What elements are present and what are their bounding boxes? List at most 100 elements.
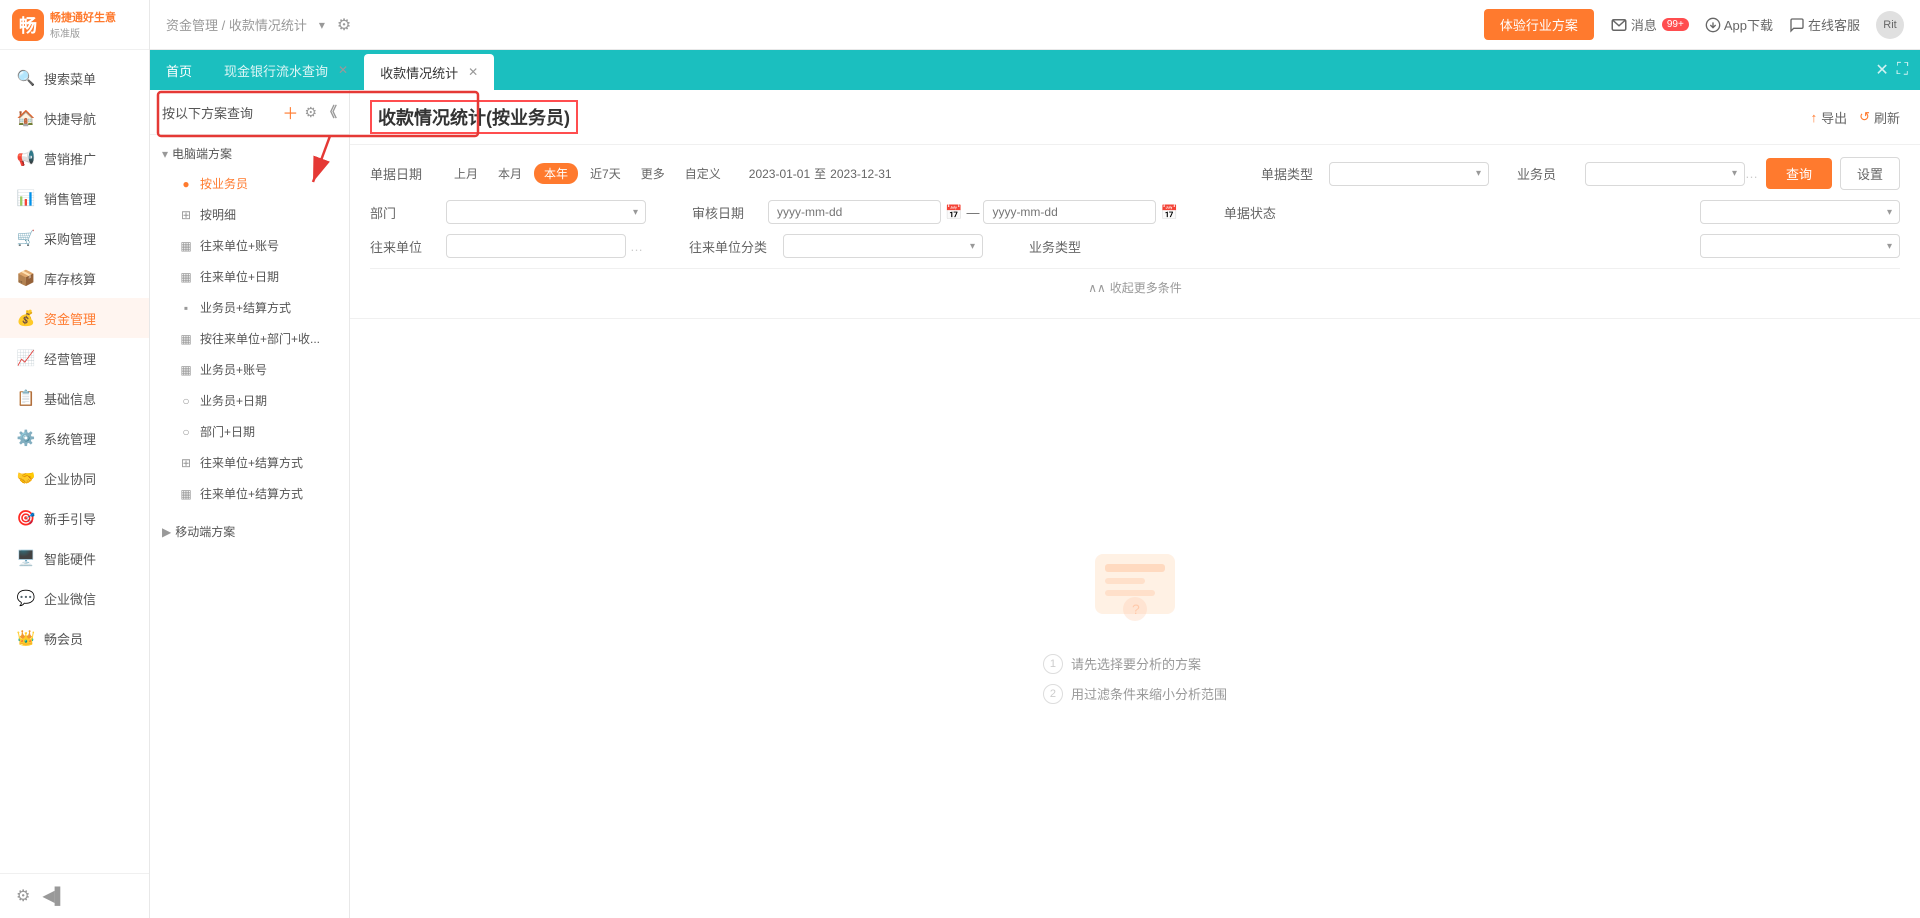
sidebar-item-quick-nav[interactable]: 🏠 快捷导航: [0, 98, 149, 138]
breadcrumb-dropdown-icon[interactable]: ▾: [319, 18, 325, 32]
tab-close-all-icon[interactable]: ✕: [1875, 60, 1888, 80]
sidebar-item-operation[interactable]: 📈 经营管理: [0, 338, 149, 378]
refresh-button[interactable]: ↺ 刷新: [1859, 108, 1900, 127]
partner-category-select-wrapper: [783, 234, 983, 258]
tab-bar-right: ✕ ⛶: [1875, 60, 1920, 80]
scheme-item-label: 按业务员: [200, 175, 248, 192]
sidebar-item-basic-info[interactable]: 📋 基础信息: [0, 378, 149, 418]
scheme-item-unit-date[interactable]: ▦ 往来单位+日期: [150, 261, 349, 292]
date-shortcuts: 上月 本月 本年 近7天 更多 自定义: [446, 163, 729, 184]
sidebar-item-system[interactable]: ⚙️ 系统管理: [0, 418, 149, 458]
sidebar-item-member[interactable]: 👑 畅会员: [0, 618, 149, 658]
date-shortcut-last-month[interactable]: 上月: [446, 163, 486, 184]
date-shortcut-this-month[interactable]: 本月: [490, 163, 530, 184]
filter-row-dept: 部门 审核日期 📅 — 📅 单据状态: [370, 200, 1900, 224]
header-settings-icon[interactable]: ⚙: [337, 15, 351, 35]
main-area: 资金管理 / 收款情况统计 ▾ ⚙ 体验行业方案 消息 99+ App下载 在线…: [150, 0, 1920, 918]
scheme-item-unit-dept-collect[interactable]: ▦ 按往来单位+部门+收...: [150, 323, 349, 354]
collapse-sidebar-icon[interactable]: ◀▌: [42, 886, 66, 906]
partner-category-select[interactable]: [783, 234, 983, 258]
app-download-link[interactable]: App下载: [1705, 15, 1773, 34]
sidebar-item-label: 库存核算: [44, 269, 96, 288]
biz-type-label: 业务类型: [1029, 237, 1089, 256]
sidebar-item-smart-hw[interactable]: 🖥️ 智能硬件: [0, 538, 149, 578]
trial-button[interactable]: 体验行业方案: [1484, 9, 1594, 40]
scheme-item-unit-account[interactable]: ▦ 往来单位+账号: [150, 230, 349, 261]
sidebar-item-label: 新手引导: [44, 509, 96, 528]
scheme-item-unit-settlement3[interactable]: ▦ 往来单位+结算方式: [150, 478, 349, 509]
date-shortcut-7days[interactable]: 近7天: [582, 163, 629, 184]
scheme-item-label: 往来单位+日期: [200, 268, 279, 285]
sidebar-item-marketing[interactable]: 📢 营销推广: [0, 138, 149, 178]
tab-bank-flow[interactable]: 现金银行流水查询 ✕: [208, 50, 364, 90]
sidebar-item-label: 企业微信: [44, 589, 96, 608]
date-shortcut-more[interactable]: 更多: [633, 163, 673, 184]
sidebar-item-guide[interactable]: 🎯 新手引导: [0, 498, 149, 538]
scheme-item-by-salesperson[interactable]: ● 按业务员: [150, 168, 349, 199]
settings-bottom-icon[interactable]: ⚙: [16, 886, 30, 906]
tab-home[interactable]: 首页: [150, 50, 208, 90]
scheme-item-label: 往来单位+结算方式: [200, 485, 303, 502]
sidebar-item-inventory[interactable]: 📦 库存核算: [0, 258, 149, 298]
scheme-item-by-detail[interactable]: ⊞ 按明细: [150, 199, 349, 230]
message-icon[interactable]: 消息 99+: [1610, 15, 1689, 34]
filter-area: 单据日期 上月 本月 本年 近7天 更多 自定义 2023-01-01 至 20…: [350, 145, 1920, 319]
top-header: 资金管理 / 收款情况统计 ▾ ⚙ 体验行业方案 消息 99+ App下载 在线…: [150, 0, 1920, 50]
sidebar-item-wechat[interactable]: 💬 企业微信: [0, 578, 149, 618]
collapse-filter-button[interactable]: ∧∧ 收起更多条件: [370, 268, 1900, 306]
empty-step-2: 2 用过滤条件来缩小分析范围: [1043, 684, 1227, 704]
dept-date-icon: ○: [178, 424, 194, 440]
scheme-group-desktop[interactable]: ▾ 电脑端方案: [150, 139, 349, 168]
user-avatar[interactable]: Rit: [1876, 11, 1904, 39]
sidebar-item-finance[interactable]: 💰 资金管理: [0, 298, 149, 338]
collapse-panel-icon[interactable]: 《: [323, 102, 337, 122]
review-date-to[interactable]: [983, 200, 1156, 224]
tab-bank-flow-label: 现金银行流水查询: [224, 61, 328, 80]
scheme-item-unit-settlement2[interactable]: ⊞ 往来单位+结算方式: [150, 447, 349, 478]
online-service-link[interactable]: 在线客服: [1789, 15, 1860, 34]
scheme-item-salesperson-account[interactable]: ▦ 业务员+账号: [150, 354, 349, 385]
scheme-item-dept-date[interactable]: ○ 部门+日期: [150, 416, 349, 447]
sidebar-item-search-menu[interactable]: 🔍 搜索菜单: [0, 58, 149, 98]
sidebar-item-sales[interactable]: 📊 销售管理: [0, 178, 149, 218]
query-button[interactable]: 查询: [1766, 158, 1832, 189]
breadcrumb: 资金管理 / 收款情况统计: [166, 15, 307, 34]
header-actions: 体验行业方案 消息 99+ App下载 在线客服 Rit: [1484, 9, 1904, 40]
header-left: 资金管理 / 收款情况统计 ▾ ⚙: [166, 15, 351, 35]
scheme-item-salesperson-settlement[interactable]: ▪ 业务员+结算方式: [150, 292, 349, 323]
dept-select[interactable]: [446, 200, 646, 224]
tab-maximize-icon[interactable]: ⛶: [1897, 61, 1908, 79]
tab-collection-close[interactable]: ✕: [468, 65, 478, 79]
scheme-group-mobile[interactable]: ▶ 移动端方案: [150, 517, 349, 546]
biz-type-select-wrapper: [1700, 234, 1900, 258]
biz-type-select[interactable]: [1700, 234, 1900, 258]
scheme-item-salesperson-date[interactable]: ○ 业务员+日期: [150, 385, 349, 416]
partner-more-icon[interactable]: …: [630, 239, 643, 254]
review-date-from[interactable]: [768, 200, 941, 224]
sidebar-item-enterprise[interactable]: 🤝 企业协同: [0, 458, 149, 498]
scheme-group-mobile-label: 移动端方案: [175, 523, 235, 540]
logo-title: 畅捷通好生意: [50, 9, 116, 25]
doc-status-select[interactable]: [1700, 200, 1900, 224]
salesperson-more-icon[interactable]: …: [1745, 166, 1758, 181]
scheme-settings-icon[interactable]: ⚙: [304, 104, 317, 121]
tab-home-label: 首页: [166, 61, 192, 80]
add-scheme-icon[interactable]: ＋: [282, 100, 298, 124]
partner-input[interactable]: [446, 234, 626, 258]
date-dash: —: [966, 205, 979, 220]
empty-steps: 1 请先选择要分析的方案 2 用过滤条件来缩小分析范围: [1043, 654, 1227, 704]
date-shortcut-this-year[interactable]: 本年: [534, 163, 578, 184]
sidebar-item-purchase[interactable]: 🛒 采购管理: [0, 218, 149, 258]
export-button[interactable]: ↑ 导出: [1811, 108, 1848, 127]
tab-collection[interactable]: 收款情况统计 ✕: [364, 54, 494, 90]
settings-button[interactable]: 设置: [1840, 157, 1900, 190]
group-mobile-arrow-icon: ▶: [162, 525, 171, 539]
tab-bank-flow-close[interactable]: ✕: [338, 63, 348, 77]
salesperson-select-wrapper: [1585, 162, 1745, 186]
review-date-from-calendar-icon[interactable]: 📅: [945, 204, 962, 221]
review-date-to-calendar-icon[interactable]: 📅: [1160, 204, 1177, 221]
salesperson-select[interactable]: [1585, 162, 1745, 186]
scheme-section-desktop: ▾ 电脑端方案 ● 按业务员 ⊞ 按明细 ▦ 往来单位+账号 ▦ 往来单位+: [150, 135, 349, 513]
date-shortcut-custom[interactable]: 自定义: [677, 163, 729, 184]
doc-type-select[interactable]: [1329, 162, 1489, 186]
